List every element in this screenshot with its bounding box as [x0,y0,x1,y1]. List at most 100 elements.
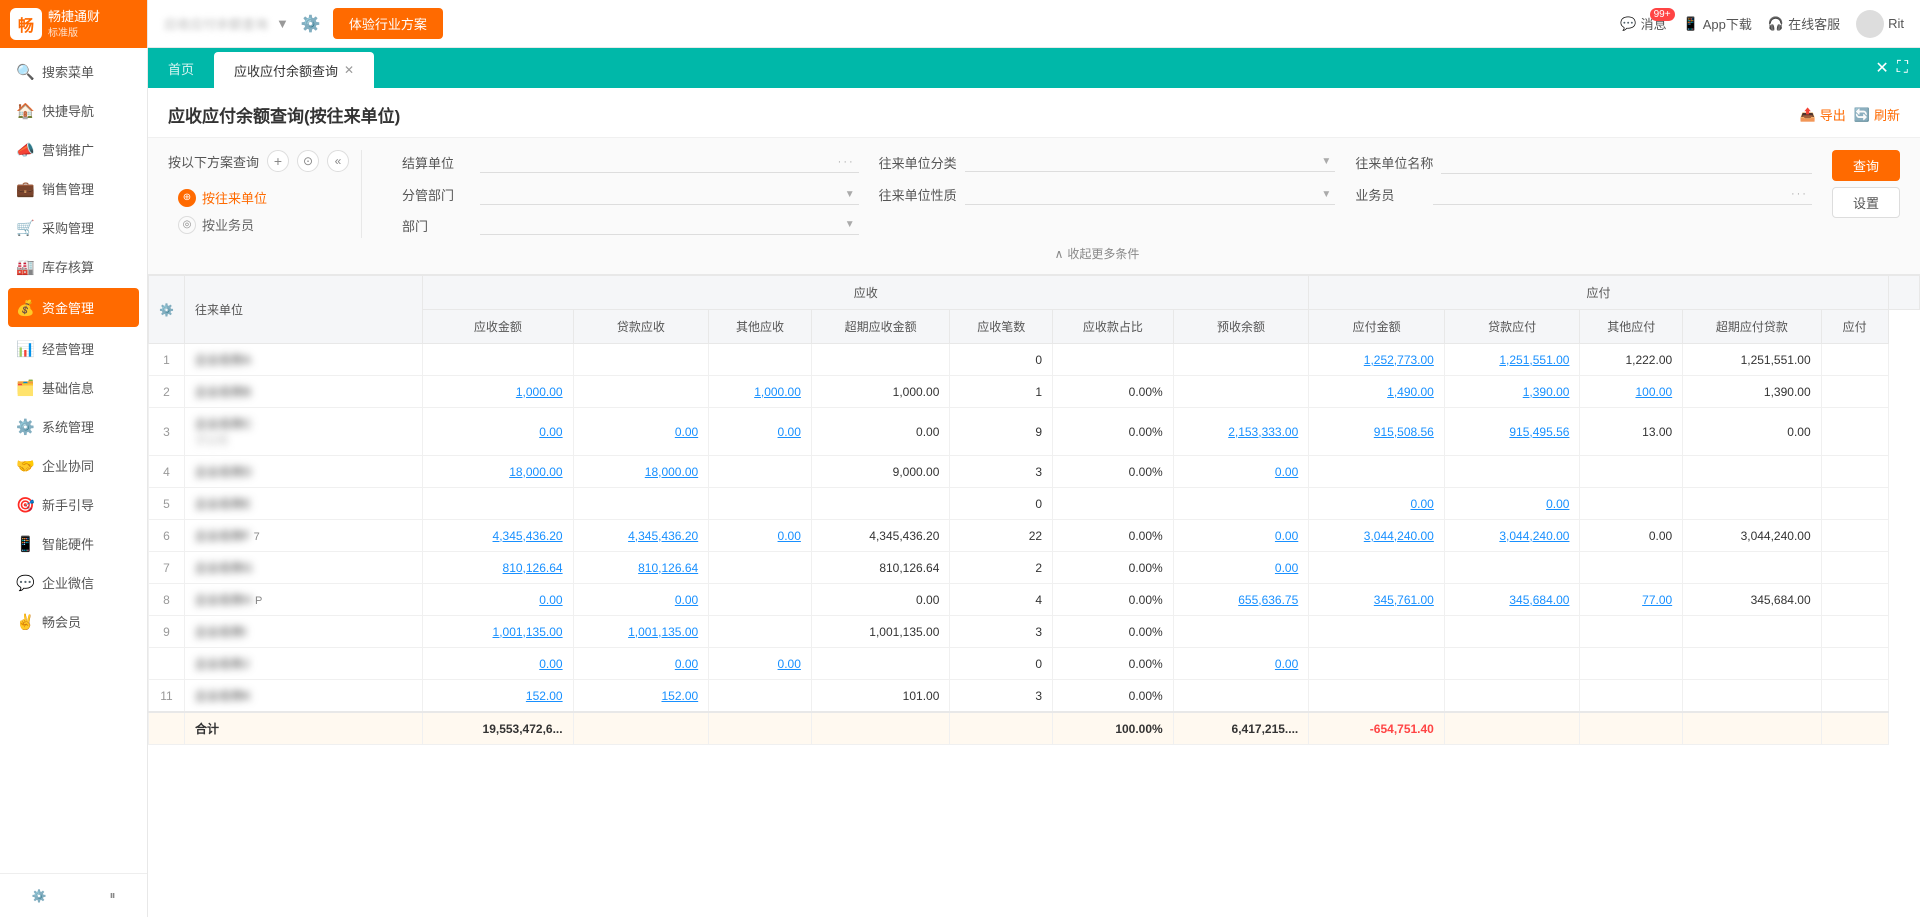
row-ap-other[interactable]: 100.00 [1580,376,1683,408]
partner-name-input[interactable] [1441,150,1812,174]
row-ar-prepay[interactable]: 0.00 [1173,552,1309,584]
sidebar-item-guide[interactable]: 🎯 新手引导 [0,485,147,524]
row-ap-loan[interactable]: 3,044,240.00 [1444,520,1580,552]
row-ap-loan[interactable]: 1,251,551.00 [1444,344,1580,376]
row-ar-amount[interactable]: 810,126.64 [423,552,573,584]
partner-category-input[interactable]: ▼ [965,152,1336,172]
sidebar-item-basic[interactable]: 🗂️ 基础信息 [0,368,147,407]
sidebar-item-warehouse[interactable]: 🏭 库存核算 [0,247,147,286]
warehouse-icon: 🏭 [16,258,34,276]
row-ar-other[interactable]: 0.00 [709,648,812,680]
row-ar-amount[interactable]: 1,001,135.00 [423,616,573,648]
row-ar-loan[interactable]: 18,000.00 [573,456,709,488]
sidebar-item-member[interactable]: ✌️ 畅会员 [0,602,147,641]
promo-button[interactable]: 体验行业方案 [333,8,443,39]
setting-button[interactable]: 设置 [1832,187,1900,218]
row-ar-amount[interactable]: 0.00 [423,408,573,456]
row-ar-loan[interactable]: 0.00 [573,408,709,456]
row-ap-loan[interactable]: 1,390.00 [1444,376,1580,408]
config-scheme-btn[interactable]: ⊙ [297,150,319,172]
topbar-gear-icon[interactable]: ⚙️ [301,14,321,34]
row-ar-loan[interactable]: 810,126.64 [573,552,709,584]
collapse-more-btn[interactable]: ∧ 收起更多条件 [1055,245,1140,262]
row-ap-loan[interactable]: 0.00 [1444,488,1580,520]
row-ap-loan[interactable]: 915,495.56 [1444,408,1580,456]
dept-managed-input[interactable]: ▼ [480,185,859,205]
sidebar-item-sales[interactable]: 💼 销售管理 [0,169,147,208]
dept-input[interactable]: ▼ [480,215,859,235]
row-ar-loan[interactable]: 1,001,135.00 [573,616,709,648]
row-ar-amount[interactable]: 4,345,436.20 [423,520,573,552]
scheme-salesperson-option[interactable]: ◎ 按业务员 [168,211,349,238]
row-ar-prepay[interactable]: 0.00 [1173,648,1309,680]
row-ar-prepay[interactable]: 655,636.75 [1173,584,1309,616]
add-scheme-btn[interactable]: + [267,150,289,172]
row-ar-other[interactable]: 0.00 [709,520,812,552]
row-ar-amount[interactable]: 18,000.00 [423,456,573,488]
row-ar-other[interactable]: 0.00 [709,408,812,456]
sidebar-item-system[interactable]: ⚙️ 系统管理 [0,407,147,446]
row-ap-amount[interactable]: 915,508.56 [1309,408,1445,456]
scheme-partner-option[interactable]: ⊕ 按往来单位 [168,184,349,211]
row-ap-amount[interactable]: 3,044,240.00 [1309,520,1445,552]
sidebar-collapse-btn[interactable]: ⏸ [103,882,121,909]
collapse-scheme-btn[interactable]: « [327,150,349,172]
row-ap-amount[interactable]: 1,490.00 [1309,376,1445,408]
row-ar-prepay[interactable]: 2,153,333.00 [1173,408,1309,456]
row-ar-other[interactable]: 1,000.00 [709,376,812,408]
query-button[interactable]: 查询 [1832,150,1900,181]
sidebar-item-quick[interactable]: 🏠 快捷导航 [0,91,147,130]
sidebar-item-finance[interactable]: 💰 资金管理 [8,288,139,327]
row-ap-other[interactable]: 77.00 [1580,584,1683,616]
sidebar-settings-btn[interactable]: ⚙️ [26,883,53,909]
row-ar-amount[interactable]: 0.00 [423,584,573,616]
footer-ar-count [950,712,1053,745]
sidebar-item-operation[interactable]: 📊 经营管理 [0,329,147,368]
row-ap-amount[interactable]: 345,761.00 [1309,584,1445,616]
phone-icon: 📱 [1683,16,1699,32]
col-ap-overdue: 超期应付贷款 [1683,310,1821,344]
settlement-unit-input[interactable]: ··· [480,152,859,173]
row-ap-amount[interactable]: 1,252,773.00 [1309,344,1445,376]
row-num: 9 [149,616,185,648]
refresh-button[interactable]: 🔄 刷新 [1854,105,1900,124]
tab-arquery[interactable]: 应收应付余额查询 ✕ [214,52,374,88]
footer-ar-loan [573,712,709,745]
row-ar-loan[interactable]: 0.00 [573,584,709,616]
row-ar-loan[interactable]: 0.00 [573,648,709,680]
sidebar-item-coop[interactable]: 🤝 企业协同 [0,446,147,485]
user-menu-btn[interactable]: Rit [1856,10,1904,38]
message-btn[interactable]: 💬 消息 99+ [1620,14,1666,33]
sidebar-item-wechat[interactable]: 💬 企业微信 [0,563,147,602]
partner-type-input[interactable]: ▼ [965,185,1336,205]
col-ar-group: 应收 [423,276,1309,310]
tabbar-maximize-icon[interactable]: ⛶ [1897,59,1908,77]
footer-ar-ratio: 100.00% [1053,712,1174,745]
row-ap-loan[interactable]: 345,684.00 [1444,584,1580,616]
export-button[interactable]: 📤 导出 [1800,105,1846,124]
row-ar-loan[interactable]: 152.00 [573,680,709,713]
sidebar-item-marketing[interactable]: 📣 营销推广 [0,130,147,169]
app-download-btn[interactable]: 📱 App下载 [1683,14,1752,33]
tab-home[interactable]: 首页 [148,48,214,88]
row-ar-loan[interactable]: 4,345,436.20 [573,520,709,552]
tab-close-icon[interactable]: ✕ [344,63,354,77]
tabbar-minimize-icon[interactable]: ✕ [1875,58,1888,78]
sidebar-item-device[interactable]: 📱 智能硬件 [0,524,147,563]
row-ar-prepay[interactable]: 0.00 [1173,456,1309,488]
row-ar-prepay[interactable]: 0.00 [1173,520,1309,552]
online-service-btn[interactable]: 🎧 在线客服 [1768,14,1840,33]
breadcrumb: 应收应付余额查询 ▼ [164,14,289,33]
filter-settlement-unit: 结算单位 ··· [402,150,859,174]
row-ar-amount[interactable]: 0.00 [423,648,573,680]
row-ar-amount[interactable]: 152.00 [423,680,573,713]
topbar-dropdown-icon[interactable]: ▼ [276,16,289,31]
row-ap-extra [1821,616,1888,648]
table-settings-icon[interactable]: ⚙️ [149,276,185,344]
row-partner: 企业名称D [184,456,422,488]
salesperson-input[interactable]: ··· [1433,184,1812,205]
row-ap-amount[interactable]: 0.00 [1309,488,1445,520]
sidebar-item-search[interactable]: 🔍 搜索菜单 [0,52,147,91]
row-ar-amount[interactable]: 1,000.00 [423,376,573,408]
sidebar-item-purchase[interactable]: 🛒 采购管理 [0,208,147,247]
